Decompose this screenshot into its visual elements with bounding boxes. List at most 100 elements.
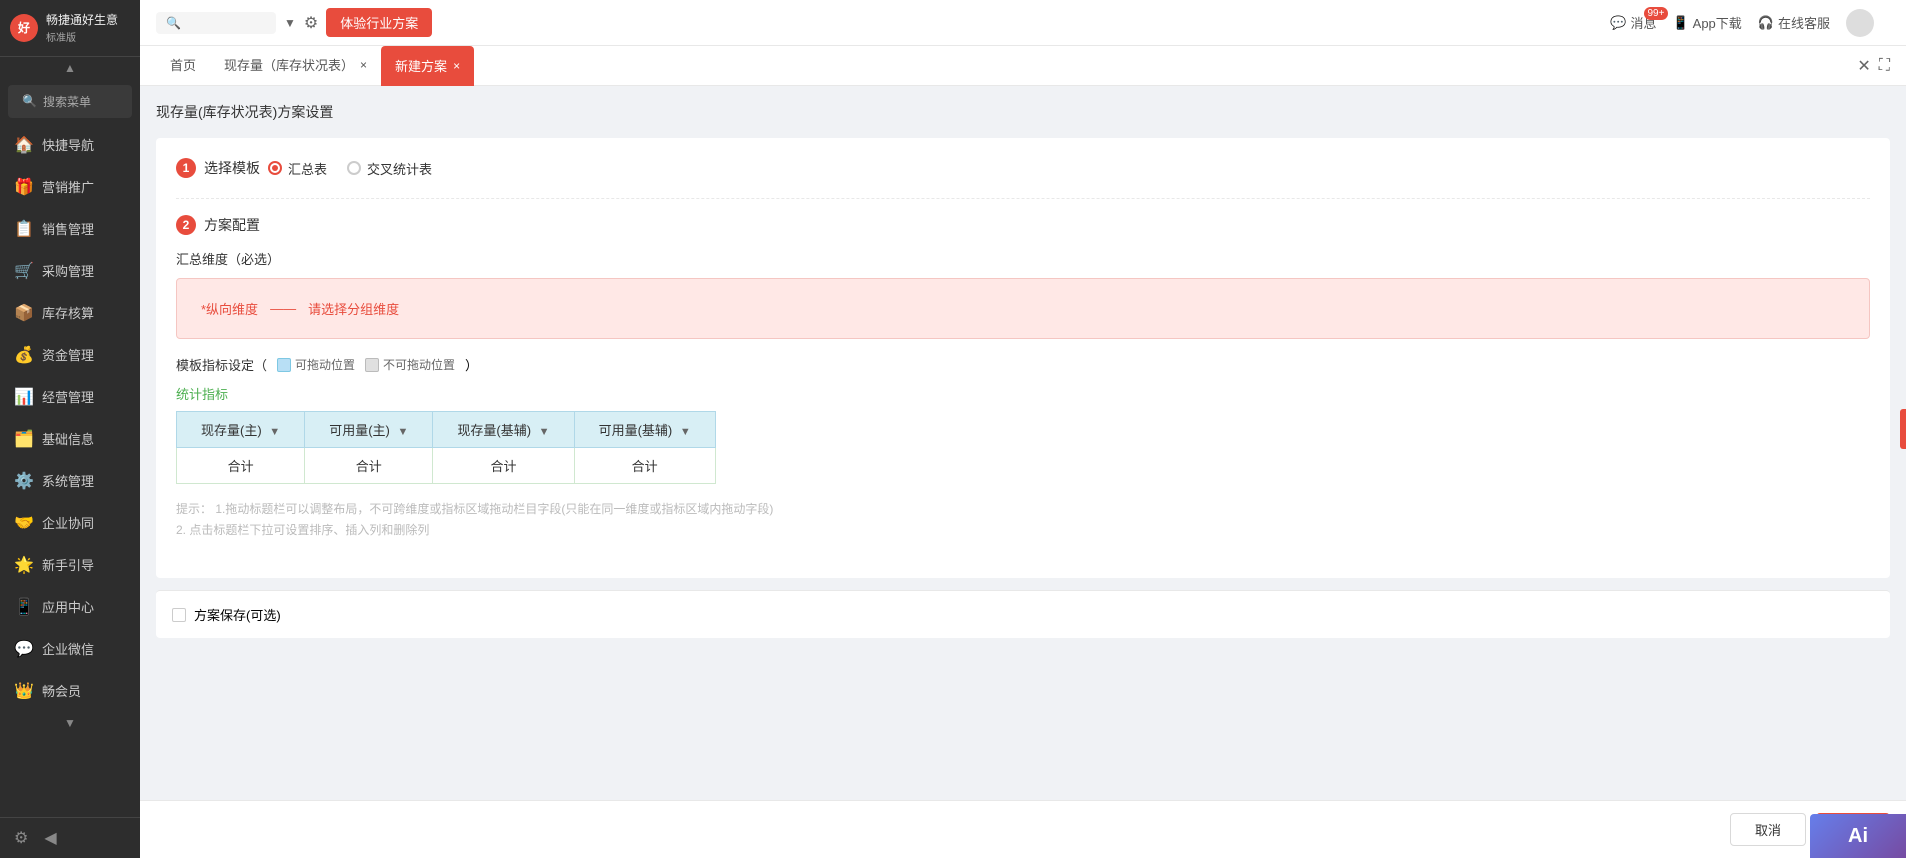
step2-section: 2 方案配置 汇总维度（必选） *纵向维度 —— 请选择分组维度 模板指标设定（ bbox=[176, 215, 1870, 538]
sidebar-item-operations[interactable]: 📊 经营管理 bbox=[0, 376, 140, 418]
sidebar-logo: 好 畅捷通好生意 标准版 bbox=[0, 0, 140, 57]
content-area: 现存量(库存状况表)方案设置 1 选择模板 汇总表 交叉统计表 bbox=[140, 86, 1906, 800]
draggable-legend-box bbox=[277, 358, 291, 372]
save-checkbox[interactable] bbox=[172, 608, 186, 622]
radio-cross-dot bbox=[347, 161, 361, 175]
col-header-0[interactable]: 现存量(主) ▼ bbox=[177, 412, 305, 448]
star-icon: 🌟 bbox=[14, 555, 34, 575]
indicators-config: 模板指标设定（ 可拖动位置 不可拖动位置 ） 统计指标 bbox=[176, 355, 1870, 538]
sidebar-item-apps[interactable]: 📱 应用中心 bbox=[0, 586, 140, 628]
tip-row-1: 2. 点击标题栏下拉可设置排序、插入列和删除列 bbox=[176, 521, 1870, 538]
app-download-label: App下载 bbox=[1693, 13, 1742, 32]
cancel-button[interactable]: 取消 bbox=[1730, 813, 1806, 846]
tab-inventory-label: 现存量（库存状况表） bbox=[224, 55, 354, 74]
dimension-area[interactable]: *纵向维度 —— 请选择分组维度 bbox=[176, 278, 1870, 339]
summary-dimension-label: 汇总维度（必选） bbox=[176, 249, 1870, 268]
radio-summary[interactable]: 汇总表 bbox=[268, 159, 327, 178]
sidebar-item-member[interactable]: 👑 畅会员 bbox=[0, 670, 140, 712]
radio-cross[interactable]: 交叉统计表 bbox=[347, 159, 432, 178]
crown-icon: 👑 bbox=[14, 681, 34, 701]
sidebar-item-shortcut-label: 快捷导航 bbox=[42, 135, 94, 154]
step1-title: 选择模板 bbox=[204, 158, 260, 178]
collapse-icon[interactable]: ◀ bbox=[44, 828, 56, 848]
sidebar-item-inventory[interactable]: 📦 库存核算 bbox=[0, 292, 140, 334]
cart-icon: 🛒 bbox=[14, 261, 34, 281]
mobile-download-icon: 📱 bbox=[1672, 15, 1688, 31]
dimension-dash: —— bbox=[270, 301, 296, 316]
topbar-search-icon: 🔍 bbox=[166, 16, 181, 30]
clipboard-icon: 📋 bbox=[14, 219, 34, 239]
sidebar-scroll-up[interactable]: ▲ bbox=[0, 57, 140, 79]
close-tab-button[interactable]: ✕ bbox=[1857, 56, 1870, 76]
sidebar-scroll-down[interactable]: ▼ bbox=[0, 712, 140, 734]
tab-new-plan-close[interactable]: × bbox=[453, 60, 460, 72]
indicators-config-prefix: 模板指标设定（ bbox=[176, 355, 267, 374]
search-icon: 🔍 bbox=[22, 94, 37, 108]
settings-bottom-icon[interactable]: ⚙ bbox=[14, 828, 28, 848]
sidebar-item-system[interactable]: ⚙️ 系统管理 bbox=[0, 460, 140, 502]
tabs-bar: 首页 现存量（库存状况表） × 新建方案 × ✕ ⛶ bbox=[140, 46, 1906, 86]
sidebar-item-inventory-label: 库存核算 bbox=[42, 303, 94, 322]
save-checkbox-label: 方案保存(可选) bbox=[194, 605, 281, 624]
app-download-button[interactable]: 📱 App下载 bbox=[1672, 13, 1741, 32]
trial-button[interactable]: 体验行业方案 bbox=[326, 8, 432, 37]
non-draggable-legend-label: 不可拖动位置 bbox=[383, 356, 455, 373]
col-header-1[interactable]: 可用量(主) ▼ bbox=[305, 412, 433, 448]
gift-icon: 🎁 bbox=[14, 177, 34, 197]
non-draggable-legend-box bbox=[365, 358, 379, 372]
sidebar-item-newbie[interactable]: 🌟 新手引导 bbox=[0, 544, 140, 586]
col-label-3: 可用量(基辅) bbox=[599, 423, 673, 438]
sidebar-item-member-label: 畅会员 bbox=[42, 681, 81, 700]
headset-icon: 🎧 bbox=[1758, 15, 1774, 31]
dimension-placeholder: 请选择分组维度 bbox=[308, 299, 399, 318]
online-service-button[interactable]: 🎧 在线客服 bbox=[1758, 13, 1830, 32]
indicators-label-row: 模板指标设定（ 可拖动位置 不可拖动位置 ） bbox=[176, 355, 1870, 374]
expand-tab-button[interactable]: ⛶ bbox=[1879, 57, 1890, 75]
sidebar-item-finance-label: 资金管理 bbox=[42, 345, 94, 364]
sidebar-search-label: 搜索菜单 bbox=[43, 93, 91, 110]
topbar-dropdown-arrow[interactable]: ▼ bbox=[284, 16, 296, 30]
tabs-actions: ✕ ⛶ bbox=[1857, 56, 1890, 76]
step1-badge: 1 bbox=[176, 158, 196, 178]
sidebar-item-contract-label: 企业协同 bbox=[42, 513, 94, 532]
cell-subtotal-1: 合计 bbox=[305, 448, 433, 484]
sidebar-item-shortcut[interactable]: 🏠 快捷导航 bbox=[0, 124, 140, 166]
ai-badge[interactable]: Ai bbox=[1810, 814, 1906, 858]
sidebar-item-sales[interactable]: 📋 销售管理 bbox=[0, 208, 140, 250]
draggable-legend: 可拖动位置 bbox=[277, 356, 355, 373]
tab-inventory-close[interactable]: × bbox=[360, 59, 367, 71]
tab-home[interactable]: 首页 bbox=[156, 46, 210, 86]
tab-home-label: 首页 bbox=[170, 55, 196, 74]
message-icon: 💬 bbox=[1610, 15, 1626, 31]
sidebar-item-wechat-label: 企业微信 bbox=[42, 639, 94, 658]
sidebar-item-operations-label: 经营管理 bbox=[42, 387, 94, 406]
settings-panel: 1 选择模板 汇总表 交叉统计表 bbox=[156, 138, 1890, 578]
tab-inventory-status[interactable]: 现存量（库存状况表） × bbox=[210, 46, 381, 86]
step1-section: 1 选择模板 汇总表 交叉统计表 bbox=[176, 158, 1870, 178]
sidebar-item-sales-label: 销售管理 bbox=[42, 219, 94, 238]
sidebar-item-basic-label: 基础信息 bbox=[42, 429, 94, 448]
sidebar-item-wechat[interactable]: 💬 企业微信 bbox=[0, 628, 140, 670]
sidebar-item-purchase[interactable]: 🛒 采购管理 bbox=[0, 250, 140, 292]
draggable-legend-label: 可拖动位置 bbox=[295, 356, 355, 373]
sidebar-search[interactable]: 🔍 搜索菜单 bbox=[8, 85, 132, 118]
step2-badge: 2 bbox=[176, 215, 196, 235]
col-header-2[interactable]: 现存量(基辅) ▼ bbox=[433, 412, 574, 448]
tab-new-plan[interactable]: 新建方案 × bbox=[381, 46, 474, 86]
col-arrow-2: ▼ bbox=[539, 426, 550, 438]
radio-summary-dot bbox=[268, 161, 282, 175]
sidebar-item-basic[interactable]: 🗂️ 基础信息 bbox=[0, 418, 140, 460]
message-button[interactable]: 💬 消息 99+ bbox=[1610, 13, 1656, 32]
user-avatar[interactable] bbox=[1846, 9, 1874, 37]
sidebar-item-contract[interactable]: 🤝 企业协同 bbox=[0, 502, 140, 544]
sidebar-item-marketing[interactable]: 🎁 营销推广 bbox=[0, 166, 140, 208]
sidebar-item-finance[interactable]: 💰 资金管理 bbox=[0, 334, 140, 376]
topbar-search[interactable]: 🔍 bbox=[156, 12, 276, 34]
table-row-subtotal: 合计 合计 合计 合计 bbox=[177, 448, 716, 484]
stats-table: 现存量(主) ▼ 可用量(主) ▼ 现存量(基辅) ▼ bbox=[176, 411, 716, 484]
topbar-gear-icon[interactable]: ⚙ bbox=[304, 13, 318, 33]
mobile-icon: 📱 bbox=[14, 597, 34, 617]
col-header-3[interactable]: 可用量(基辅) ▼ bbox=[574, 412, 715, 448]
stats-title: 统计指标 bbox=[176, 384, 1870, 403]
tips-section: 提示： 1.拖动标题栏可以调整布局，不可跨维度或指标区域拖动栏目字段(只能在同一… bbox=[176, 500, 1870, 538]
